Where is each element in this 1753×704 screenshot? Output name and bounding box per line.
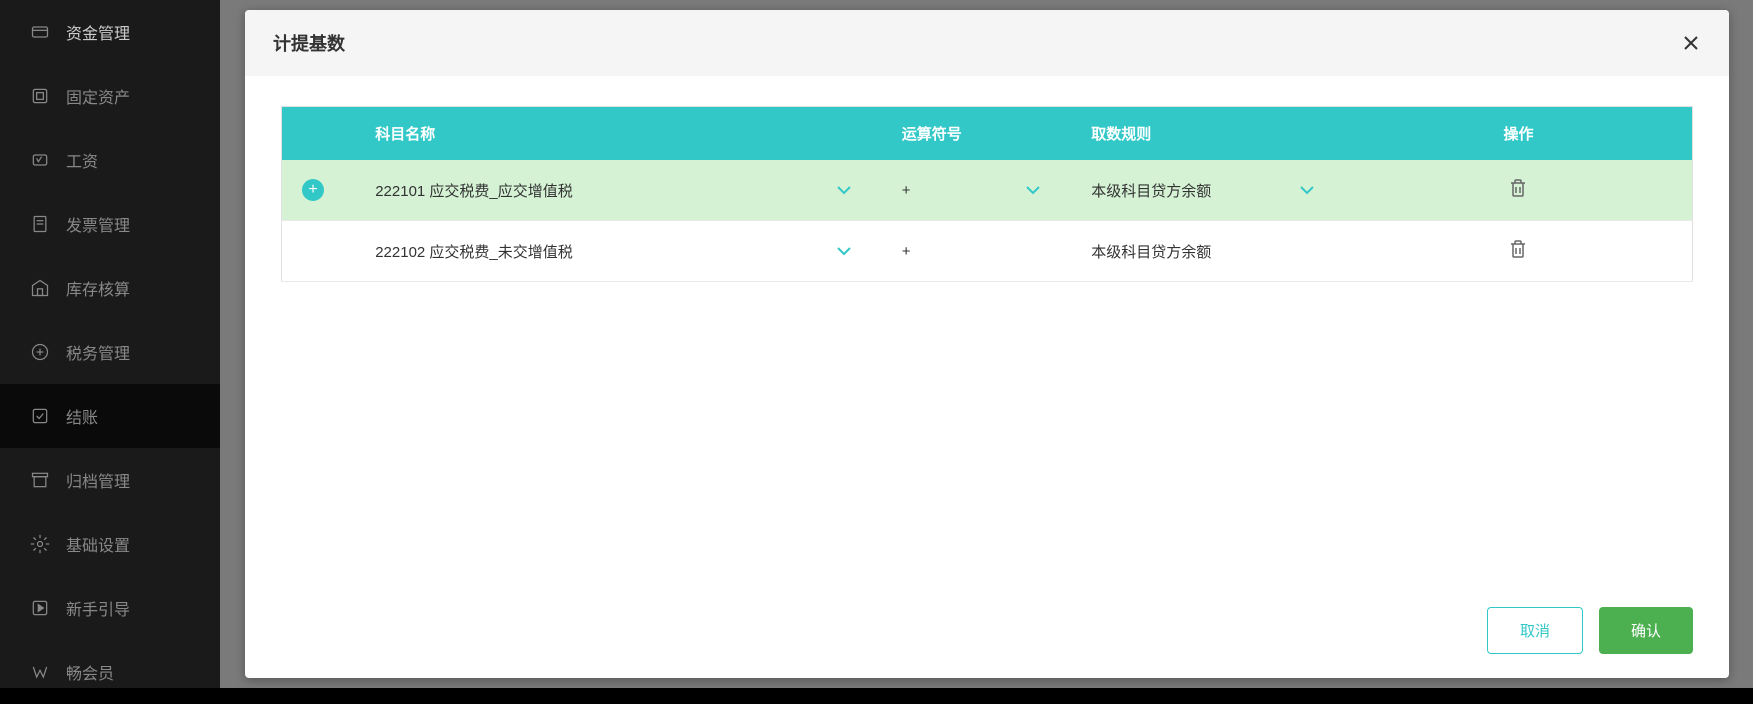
sidebar-item-inventory[interactable]: 库存核算 bbox=[0, 256, 220, 320]
subject-value: 222102 应交税费_未交增值税 bbox=[375, 241, 573, 262]
close-button[interactable] bbox=[1681, 33, 1701, 53]
sidebar-item-salary[interactable]: 工资 bbox=[0, 128, 220, 192]
cancel-button[interactable]: 取消 bbox=[1487, 607, 1583, 654]
asset-icon bbox=[30, 86, 50, 106]
sidebar-item-invoice[interactable]: 发票管理 bbox=[0, 192, 220, 256]
modal-body: 科目名称 运算符号 取数规则 操作 + 222101 应交税费_应交增值税 bbox=[245, 76, 1729, 587]
close-icon bbox=[1683, 35, 1699, 51]
trash-icon bbox=[1509, 178, 1527, 198]
chevron-down-icon bbox=[836, 246, 852, 256]
col-header-rule: 取数规则 bbox=[1071, 107, 1345, 161]
salary-icon bbox=[30, 150, 50, 170]
delete-button[interactable] bbox=[1509, 178, 1527, 198]
subject-value: 222101 应交税费_应交增值税 bbox=[375, 180, 573, 201]
member-icon bbox=[30, 662, 50, 682]
sidebar-item-guide[interactable]: 新手引导 bbox=[0, 576, 220, 640]
cell-add: + bbox=[282, 160, 356, 221]
cell-subject[interactable]: 222102 应交税费_未交增值税 bbox=[355, 221, 881, 282]
col-header-operator: 运算符号 bbox=[882, 107, 1072, 161]
cell-action bbox=[1345, 160, 1693, 221]
inventory-icon bbox=[30, 278, 50, 298]
sidebar-item-label: 结账 bbox=[66, 404, 98, 428]
closing-icon bbox=[30, 406, 50, 426]
table-row: + 222101 应交税费_应交增值税 + bbox=[282, 160, 1693, 221]
sidebar-item-tax[interactable]: 税务管理 bbox=[0, 320, 220, 384]
col-header-add bbox=[282, 107, 356, 161]
sidebar-item-label: 资金管理 bbox=[66, 20, 130, 44]
cell-operator[interactable]: + bbox=[882, 221, 1072, 282]
accrual-table: 科目名称 运算符号 取数规则 操作 + 222101 应交税费_应交增值税 bbox=[281, 106, 1693, 282]
col-header-action: 操作 bbox=[1345, 107, 1693, 161]
guide-icon bbox=[30, 598, 50, 618]
modal-header: 计提基数 bbox=[245, 10, 1729, 76]
tax-icon bbox=[30, 342, 50, 362]
sidebar-item-label: 基础设置 bbox=[66, 532, 130, 556]
rule-value: 本级科目贷方余额 bbox=[1091, 180, 1211, 201]
invoice-icon bbox=[30, 214, 50, 234]
gear-icon bbox=[30, 534, 50, 554]
cell-add bbox=[282, 221, 356, 282]
modal-title: 计提基数 bbox=[273, 30, 345, 56]
sidebar-item-funds[interactable]: 资金管理 bbox=[0, 0, 220, 64]
chevron-down-icon bbox=[1025, 185, 1041, 195]
accrual-base-modal: 计提基数 科目名称 运算符号 取数规则 操作 + bbox=[245, 10, 1729, 678]
sidebar-item-member[interactable]: 畅会员 bbox=[0, 640, 220, 704]
sidebar-item-label: 库存核算 bbox=[66, 276, 130, 300]
chevron-down-icon bbox=[1299, 185, 1315, 195]
delete-button[interactable] bbox=[1509, 239, 1527, 259]
table-row: 222102 应交税费_未交增值税 + 本级科目贷方余额 bbox=[282, 221, 1693, 282]
chevron-down-icon bbox=[836, 185, 852, 195]
sidebar-item-label: 畅会员 bbox=[66, 660, 114, 684]
sidebar-item-label: 发票管理 bbox=[66, 212, 130, 236]
cell-rule[interactable]: 本级科目贷方余额 bbox=[1071, 221, 1345, 282]
modal-footer: 取消 确认 bbox=[245, 587, 1729, 678]
trash-icon bbox=[1509, 239, 1527, 259]
rule-value: 本级科目贷方余额 bbox=[1091, 244, 1211, 261]
sidebar-item-label: 归档管理 bbox=[66, 468, 130, 492]
sidebar-item-label: 工资 bbox=[66, 148, 98, 172]
cell-action bbox=[1345, 221, 1693, 282]
sidebar-item-archive[interactable]: 归档管理 bbox=[0, 448, 220, 512]
sidebar-item-settings[interactable]: 基础设置 bbox=[0, 512, 220, 576]
confirm-button[interactable]: 确认 bbox=[1599, 607, 1693, 654]
cell-subject[interactable]: 222101 应交税费_应交增值税 bbox=[355, 160, 881, 221]
sidebar: 资金管理 固定资产 工资 发票管理 库存核算 税务管理 结账 bbox=[0, 0, 220, 688]
col-header-subject: 科目名称 bbox=[355, 107, 881, 161]
sidebar-item-label: 新手引导 bbox=[66, 596, 130, 620]
operator-value: + bbox=[902, 182, 911, 199]
add-row-button[interactable]: + bbox=[302, 179, 324, 201]
money-icon bbox=[30, 22, 50, 42]
sidebar-item-label: 固定资产 bbox=[66, 84, 130, 108]
operator-value: + bbox=[902, 243, 911, 260]
sidebar-item-label: 税务管理 bbox=[66, 340, 130, 364]
archive-icon bbox=[30, 470, 50, 490]
sidebar-item-assets[interactable]: 固定资产 bbox=[0, 64, 220, 128]
cell-rule[interactable]: 本级科目贷方余额 bbox=[1071, 160, 1345, 221]
cell-operator[interactable]: + bbox=[882, 160, 1072, 221]
sidebar-item-closing[interactable]: 结账 bbox=[0, 384, 220, 448]
